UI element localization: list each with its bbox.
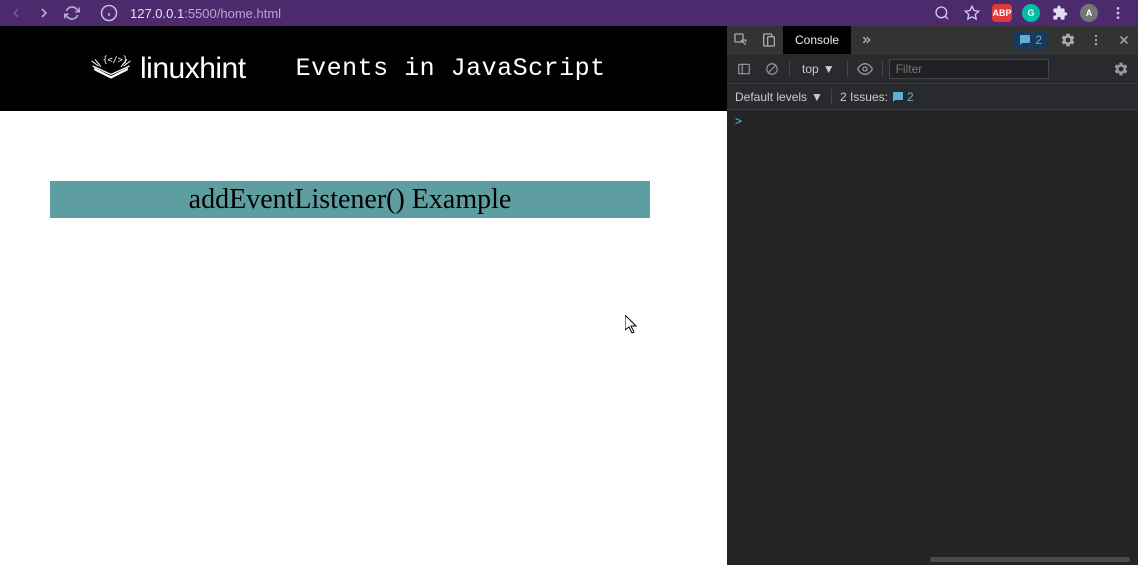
page-title: Events in JavaScript [296, 54, 606, 83]
extensions-icon[interactable] [1050, 3, 1070, 23]
bookmark-star-icon[interactable] [962, 3, 982, 23]
context-label: top [802, 62, 819, 76]
profile-avatar[interactable]: A [1080, 4, 1098, 22]
devtools-panel: Console 2 [727, 26, 1138, 565]
back-button[interactable] [6, 3, 26, 23]
url-path: /home.html [217, 6, 281, 21]
live-expression-icon[interactable] [854, 58, 876, 80]
page-header: {</>} linuxhint Events in JavaScript [0, 26, 727, 111]
console-toolbar: top ▼ [727, 54, 1138, 84]
issues-button[interactable]: 2 Issues: 2 [840, 90, 914, 104]
dropdown-arrow-icon: ▼ [823, 62, 835, 76]
console-levels-bar: Default levels ▼ 2 Issues: 2 [727, 84, 1138, 110]
devtools-footer [727, 553, 1138, 565]
url-port: :5500 [184, 6, 217, 21]
issues-label: 2 Issues: [840, 90, 888, 104]
logo-text: linuxhint [140, 52, 246, 86]
console-output[interactable]: > [727, 110, 1138, 553]
devtools-settings-icon[interactable] [1054, 26, 1082, 54]
forward-button[interactable] [34, 3, 54, 23]
dropdown-arrow-icon: ▼ [811, 90, 823, 104]
extension-grammarly[interactable]: G [1022, 4, 1040, 22]
chrome-menu-icon[interactable] [1108, 3, 1128, 23]
page-body: addEventListener() Example [0, 111, 727, 565]
devtools-tabs: Console 2 [727, 26, 1138, 54]
browser-toolbar: 127.0.0.1:5500/home.html ABP G A [0, 0, 1138, 26]
address-bar[interactable]: 127.0.0.1:5500/home.html [130, 6, 281, 21]
reload-button[interactable] [62, 3, 82, 23]
devtools-menu-icon[interactable] [1082, 26, 1110, 54]
levels-label: Default levels [735, 90, 807, 104]
url-host: 127.0.0.1 [130, 6, 184, 21]
site-logo: {</>} linuxhint [90, 45, 246, 92]
console-settings-icon[interactable] [1110, 58, 1132, 80]
execution-context-selector[interactable]: top ▼ [796, 62, 841, 76]
zoom-icon[interactable] [932, 3, 952, 23]
messages-badge[interactable]: 2 [1013, 31, 1048, 49]
tab-console[interactable]: Console [783, 26, 851, 54]
devtools-close-icon[interactable] [1110, 26, 1138, 54]
inspect-element-icon[interactable] [727, 26, 755, 54]
console-prompt: > [735, 114, 742, 128]
page-viewport: {</>} linuxhint Events in JavaScript add… [0, 26, 727, 565]
console-sidebar-toggle-icon[interactable] [733, 58, 755, 80]
logo-icon: {</>} [90, 45, 132, 92]
example-heading: addEventListener() Example [50, 181, 650, 218]
site-info-icon[interactable] [100, 4, 118, 22]
clear-console-icon[interactable] [761, 58, 783, 80]
log-levels-selector[interactable]: Default levels ▼ [735, 90, 823, 104]
tabs-overflow-icon[interactable] [851, 26, 879, 54]
filter-input[interactable] [889, 59, 1049, 79]
device-toggle-icon[interactable] [755, 26, 783, 54]
extension-abp[interactable]: ABP [992, 4, 1012, 22]
issues-count: 2 [907, 90, 914, 104]
messages-count: 2 [1035, 33, 1042, 47]
